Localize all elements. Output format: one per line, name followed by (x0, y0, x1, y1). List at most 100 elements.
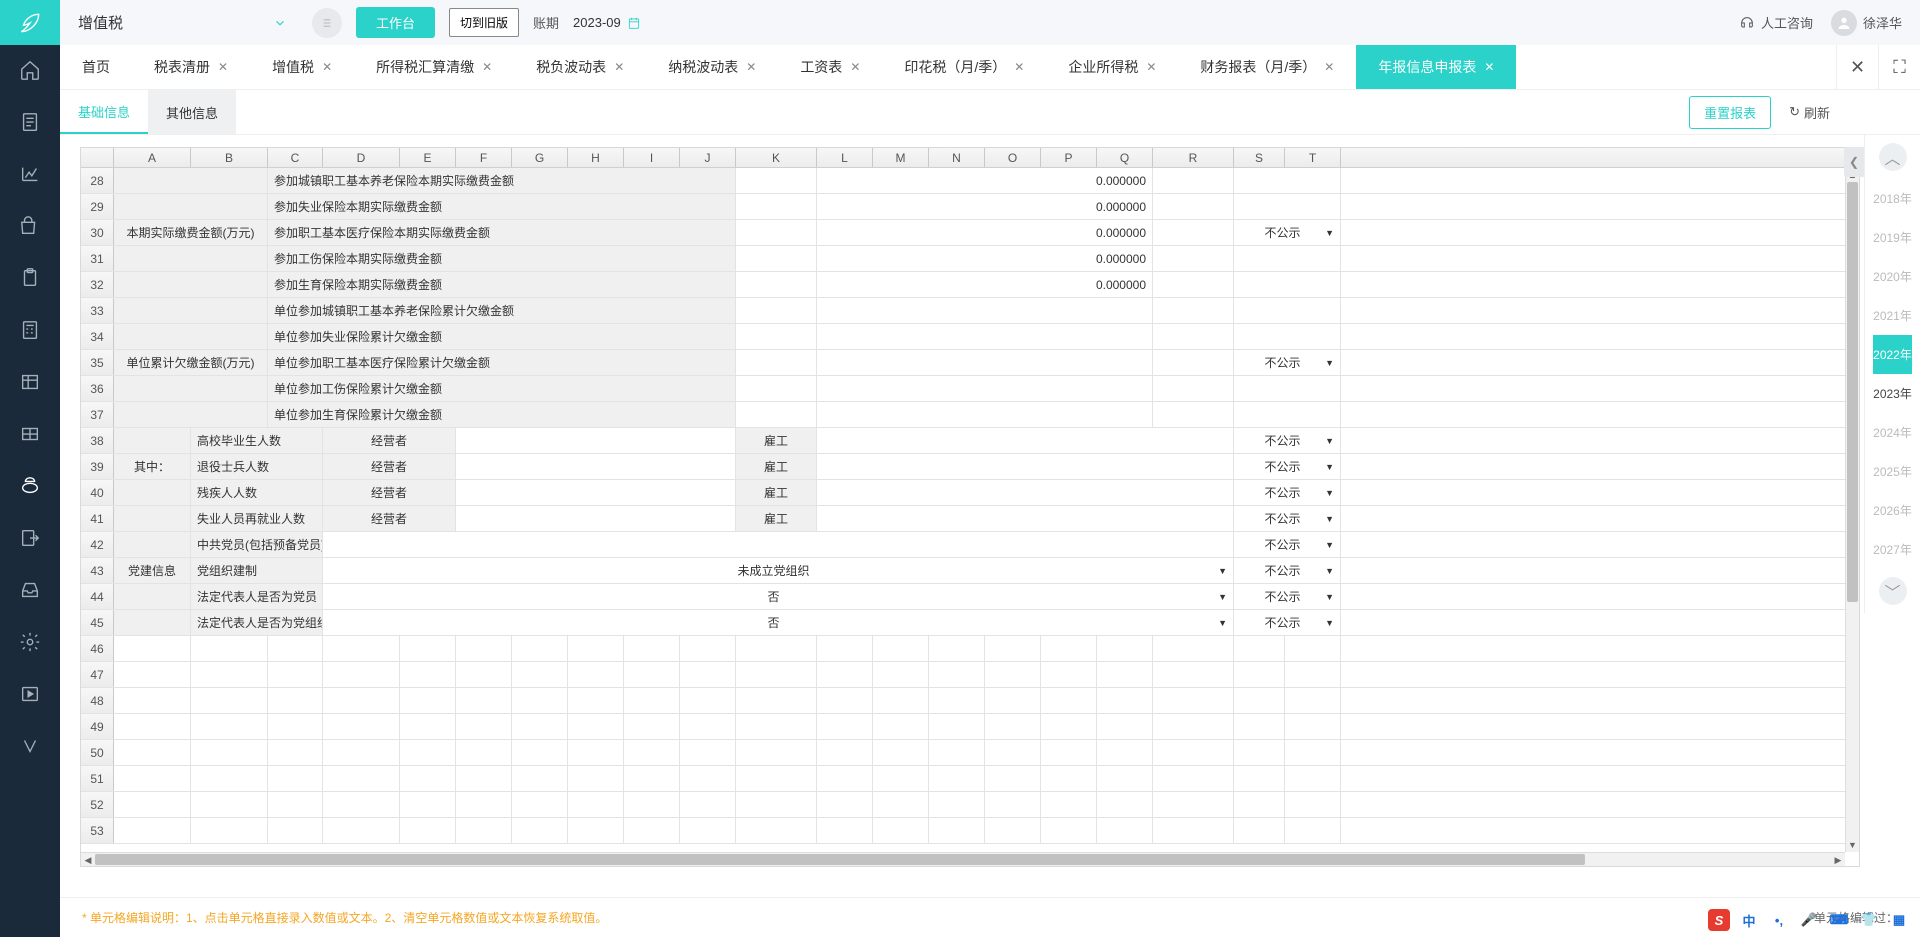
cell[interactable] (1285, 662, 1341, 687)
cell[interactable] (736, 766, 817, 791)
row-header[interactable]: 41 (81, 506, 114, 531)
close-icon[interactable]: ✕ (1324, 60, 1334, 74)
cell[interactable] (736, 272, 817, 297)
cell[interactable] (1153, 688, 1234, 713)
cell[interactable] (624, 818, 680, 843)
year-item[interactable]: 2018年 (1873, 179, 1912, 218)
row-header[interactable]: 51 (81, 766, 114, 791)
cell[interactable] (1234, 662, 1285, 687)
ime-lang-icon[interactable]: 中 (1738, 909, 1760, 931)
cell[interactable] (114, 246, 268, 271)
cell[interactable] (114, 168, 268, 193)
cell[interactable] (1097, 714, 1153, 739)
row-header[interactable]: 49 (81, 714, 114, 739)
cell[interactable] (817, 402, 1153, 427)
nav-calc[interactable] (10, 315, 50, 345)
list-button[interactable] (312, 8, 342, 38)
group-title[interactable]: 单位累计欠缴金额(万元) (114, 350, 268, 375)
tab-item[interactable]: 纳税波动表✕ (646, 45, 778, 89)
cell[interactable] (985, 818, 1041, 843)
logo[interactable] (0, 0, 60, 45)
cell[interactable] (1234, 402, 1341, 427)
nav-play[interactable] (10, 679, 50, 709)
cell[interactable] (114, 480, 191, 505)
cell[interactable] (1234, 740, 1285, 765)
col-header[interactable]: R (1153, 148, 1234, 167)
cell[interactable] (568, 688, 624, 713)
year-item[interactable]: 2022年 (1873, 335, 1912, 374)
cell[interactable] (985, 792, 1041, 817)
cell[interactable] (873, 792, 929, 817)
row-header[interactable]: 52 (81, 792, 114, 817)
cell[interactable] (817, 298, 1153, 323)
year-up[interactable]: ︿ (1879, 143, 1907, 171)
row-header[interactable]: 47 (81, 662, 114, 687)
cell[interactable] (400, 766, 456, 791)
cell[interactable] (191, 662, 268, 687)
cell[interactable] (1285, 636, 1341, 661)
close-icon[interactable]: ✕ (1146, 60, 1156, 74)
cell[interactable] (512, 792, 568, 817)
col-header[interactable]: O (985, 148, 1041, 167)
cell[interactable] (624, 766, 680, 791)
ime-menu-icon[interactable]: ▦ (1888, 909, 1910, 931)
user-menu[interactable]: 徐泽华 (1831, 10, 1902, 36)
row-header[interactable]: 50 (81, 740, 114, 765)
cell[interactable] (1097, 740, 1153, 765)
cell[interactable] (985, 714, 1041, 739)
cell[interactable] (1041, 662, 1097, 687)
cell[interactable] (680, 714, 736, 739)
col-header[interactable]: A (114, 148, 191, 167)
cell[interactable] (680, 766, 736, 791)
cell[interactable] (1234, 194, 1341, 219)
close-icon[interactable]: ✕ (850, 60, 860, 74)
period-picker[interactable]: 2023-09 (573, 15, 641, 30)
cell[interactable] (114, 636, 191, 661)
cell[interactable] (873, 636, 929, 661)
cell[interactable] (114, 298, 268, 323)
cell[interactable] (736, 714, 817, 739)
status-dropdown[interactable]: 不公示▼ (1234, 532, 1341, 557)
nav-gear[interactable] (10, 627, 50, 657)
group-title[interactable]: 其中： (114, 454, 191, 479)
cell[interactable] (680, 792, 736, 817)
cell[interactable] (929, 818, 985, 843)
cell[interactable] (456, 480, 736, 505)
cell[interactable] (114, 662, 191, 687)
cell[interactable] (817, 350, 1153, 375)
cell[interactable] (456, 506, 736, 531)
cell[interactable] (1234, 324, 1341, 349)
cell[interactable] (736, 402, 817, 427)
cell[interactable] (191, 636, 268, 661)
cell[interactable] (1153, 194, 1234, 219)
cell[interactable] (323, 766, 400, 791)
cell[interactable] (680, 636, 736, 661)
value-cell[interactable]: 0.000000 (817, 168, 1153, 193)
cell[interactable] (456, 740, 512, 765)
account-select[interactable]: 增值税 (78, 12, 298, 33)
cell[interactable] (817, 740, 873, 765)
cell[interactable] (568, 792, 624, 817)
cell[interactable] (1234, 792, 1285, 817)
role-cell[interactable]: 雇工 (736, 454, 817, 479)
item-label[interactable]: 参加职工基本医疗保险本期实际缴费金额 (268, 220, 736, 245)
row-header[interactable]: 36 (81, 376, 114, 401)
cell[interactable] (736, 350, 817, 375)
cell[interactable] (323, 662, 400, 687)
role-cell[interactable]: 经营者 (323, 454, 456, 479)
year-item[interactable]: 2019年 (1873, 218, 1912, 257)
cell[interactable] (1153, 324, 1234, 349)
close-icon[interactable]: ✕ (746, 60, 756, 74)
nav-table[interactable] (10, 367, 50, 397)
value-cell[interactable]: 0.000000 (817, 194, 1153, 219)
cell[interactable] (323, 792, 400, 817)
scroll-down-icon[interactable]: ▼ (1846, 838, 1859, 852)
item-label[interactable]: 单位参加失业保险累计欠缴金额 (268, 324, 736, 349)
col-header[interactable]: I (624, 148, 680, 167)
cell[interactable] (817, 662, 873, 687)
status-dropdown[interactable]: 不公示▼ (1234, 428, 1341, 453)
cell[interactable] (929, 714, 985, 739)
cell[interactable] (736, 246, 817, 271)
ime-keyboard-icon[interactable]: ⌨ (1828, 909, 1850, 931)
nav-exit[interactable] (10, 523, 50, 553)
